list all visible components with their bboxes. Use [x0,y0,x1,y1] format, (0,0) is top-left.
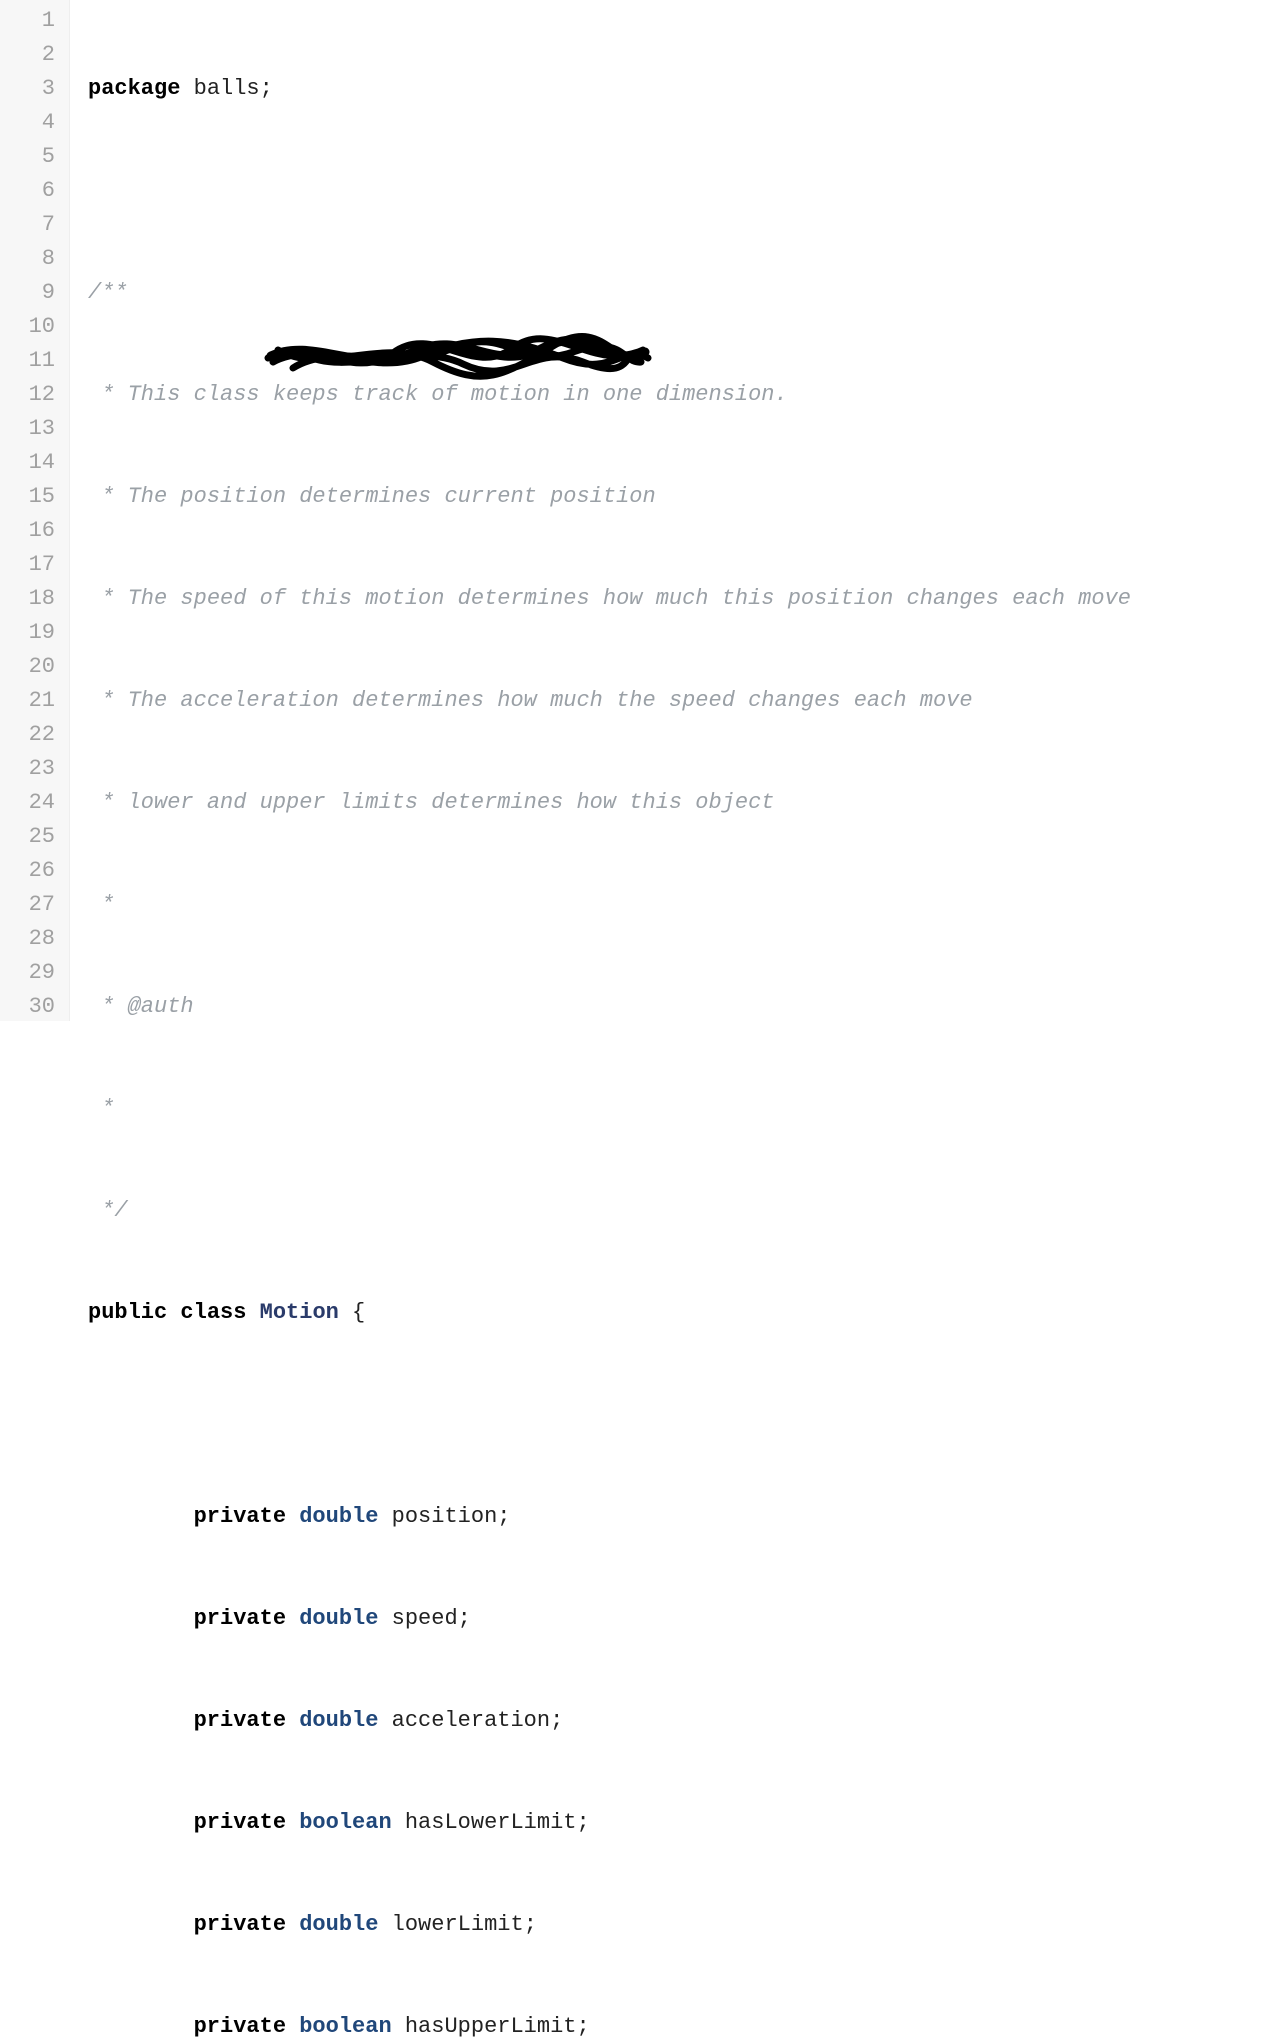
comment: /** [88,280,128,305]
type: boolean [299,1810,391,1835]
line-number: 23 [10,752,55,786]
line-number: 22 [10,718,55,752]
line-number: 25 [10,820,55,854]
code-line[interactable]: package balls; [88,72,1280,106]
line-number: 8 [10,242,55,276]
keyword: public [88,1300,167,1325]
comment: * The acceleration determines how much t… [88,688,973,713]
line-number: 20 [10,650,55,684]
identifier: hasLowerLimit [392,1810,577,1835]
line-number: 13 [10,412,55,446]
identifier: acceleration [378,1708,550,1733]
line-number: 24 [10,786,55,820]
comment: * @auth [88,994,194,1019]
line-number: 10 [10,310,55,344]
comment: * This class keeps track of motion in on… [88,382,788,407]
code-line[interactable] [88,174,1280,208]
line-number: 26 [10,854,55,888]
comment: * The position determines current positi… [88,484,656,509]
identifier: lowerLimit [378,1912,523,1937]
code-line[interactable]: private double lowerLimit; [88,1908,1280,1942]
comment: * [88,1096,114,1121]
code-line[interactable]: * [88,1092,1280,1126]
line-number: 21 [10,684,55,718]
identifier: speed [378,1606,457,1631]
code-line[interactable]: * This class keeps track of motion in on… [88,378,1280,412]
keyword: private [194,1810,300,1835]
identifier: position [378,1504,497,1529]
identifier: hasUpperLimit [392,2014,577,2039]
line-number: 1 [10,4,55,38]
code-line[interactable]: private boolean hasUpperLimit; [88,2010,1280,2042]
comment: * lower and upper limits determines how … [88,790,775,815]
line-number: 2 [10,38,55,72]
code-editor-area[interactable]: package balls; /** * This class keeps tr… [70,0,1280,1021]
code-line[interactable]: * @auth [88,990,1280,1024]
comment: */ [88,1198,128,1223]
punct: ; [260,76,273,101]
code-line[interactable]: private double position; [88,1500,1280,1534]
line-number: 29 [10,956,55,990]
punct: ; [458,1606,471,1631]
keyword: private [194,1504,300,1529]
punct: { [339,1300,365,1325]
punct: ; [550,1708,563,1733]
code-line[interactable]: public class Motion { [88,1296,1280,1330]
identifier: balls [180,76,259,101]
type: double [299,1708,378,1733]
code-line[interactable]: private double acceleration; [88,1704,1280,1738]
code-line[interactable] [88,1398,1280,1432]
comment: * [88,892,114,917]
line-number: 11 [10,344,55,378]
code-line[interactable]: * lower and upper limits determines how … [88,786,1280,820]
code-line[interactable]: * The speed of this motion determines ho… [88,582,1280,616]
line-number: 6 [10,174,55,208]
line-number: 28 [10,922,55,956]
line-number-gutter: 1234567891011121314151617181920212223242… [0,0,70,1021]
line-number: 14 [10,446,55,480]
code-line[interactable]: */ [88,1194,1280,1228]
keyword: private [194,1606,300,1631]
code-line[interactable]: * The acceleration determines how much t… [88,684,1280,718]
type: double [299,1912,378,1937]
type: double [299,1606,378,1631]
line-number: 9 [10,276,55,310]
line-number: 3 [10,72,55,106]
line-number: 17 [10,548,55,582]
line-number: 27 [10,888,55,922]
punct: ; [524,1912,537,1937]
keyword: class [167,1300,259,1325]
code-line[interactable]: private boolean hasLowerLimit; [88,1806,1280,1840]
line-number: 4 [10,106,55,140]
line-number: 18 [10,582,55,616]
line-number: 7 [10,208,55,242]
line-number: 5 [10,140,55,174]
code-line[interactable]: * [88,888,1280,922]
code-line[interactable]: * The position determines current positi… [88,480,1280,514]
keyword: package [88,76,180,101]
line-number: 12 [10,378,55,412]
type: boolean [299,2014,391,2039]
comment: * The speed of this motion determines ho… [88,586,1131,611]
line-number: 30 [10,990,55,1024]
line-number: 19 [10,616,55,650]
keyword: private [194,2014,300,2039]
punct: ; [497,1504,510,1529]
code-line[interactable]: /** [88,276,1280,310]
class-name: Motion [260,1300,339,1325]
keyword: private [194,1708,300,1733]
line-number: 16 [10,514,55,548]
line-number: 15 [10,480,55,514]
keyword: private [194,1912,300,1937]
punct: ; [577,1810,590,1835]
punct: ; [577,2014,590,2039]
code-line[interactable]: private double speed; [88,1602,1280,1636]
type: double [299,1504,378,1529]
